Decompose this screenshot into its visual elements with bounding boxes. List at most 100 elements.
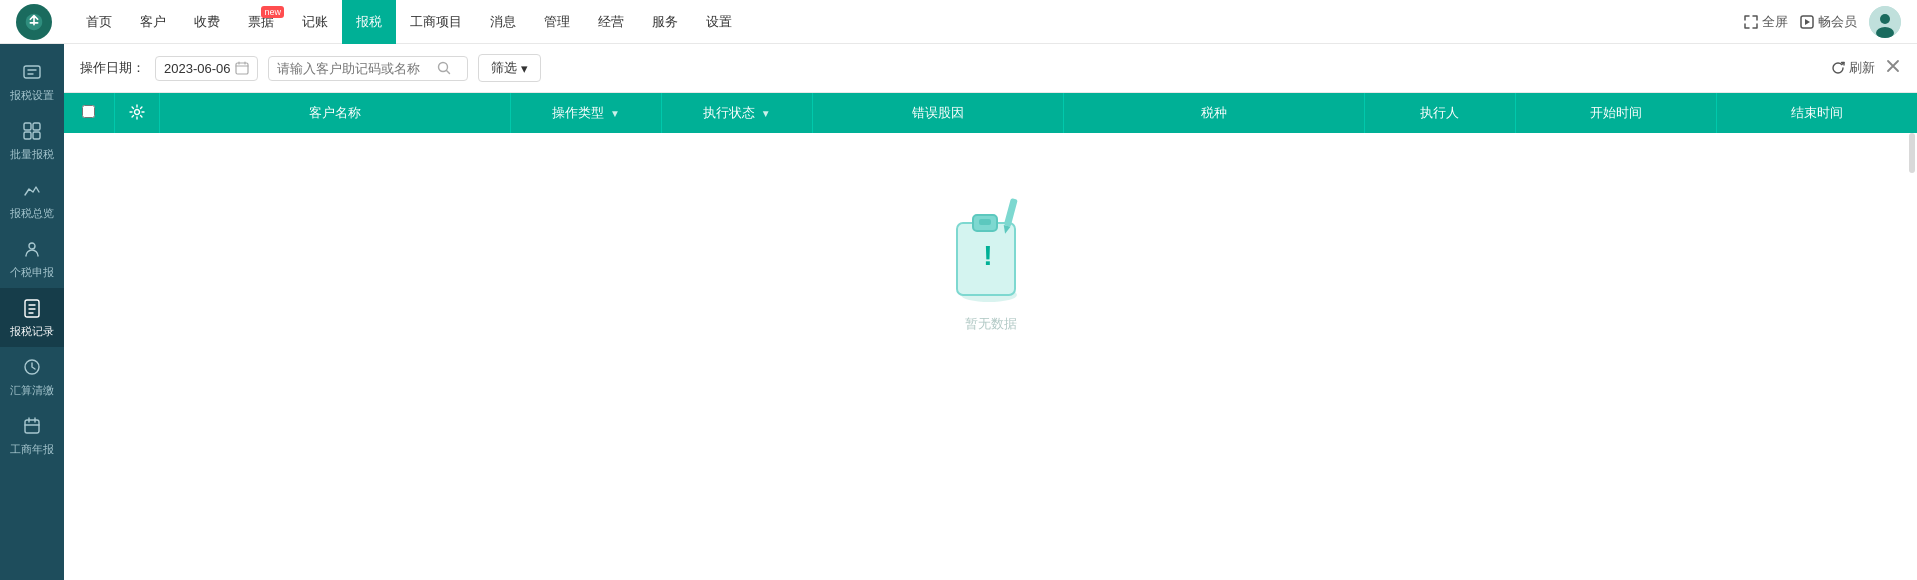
sidebar-item-settlement[interactable]: 汇算清缴: [0, 347, 64, 406]
svg-point-15: [134, 109, 139, 114]
data-table: 客户名称 操作类型 ▼ 执行状态 ▼ 错误股因 税种 执行人 开始时间 结束时间: [64, 93, 1917, 373]
scrollbar-right[interactable]: [1909, 133, 1915, 173]
th-executor: 执行人: [1365, 93, 1516, 133]
search-input[interactable]: [277, 61, 437, 76]
empty-illustration: !: [941, 193, 1041, 303]
summary-icon: [22, 180, 42, 202]
nav-item-message[interactable]: 消息: [476, 0, 530, 44]
annual-icon: [22, 416, 42, 438]
nav-item-settings[interactable]: 设置: [692, 0, 746, 44]
refresh-label: 刷新: [1849, 59, 1875, 77]
th-taxtype: 税种: [1063, 93, 1364, 133]
member-button[interactable]: 畅会员: [1800, 13, 1857, 31]
top-nav: 首页客户收费票据new记账报税工商项目消息管理经营服务设置 全屏 畅会员: [0, 0, 1917, 44]
refresh-icon: [1831, 61, 1845, 75]
nav-items: 首页客户收费票据new记账报税工商项目消息管理经营服务设置: [72, 0, 746, 44]
refresh-button[interactable]: 刷新: [1831, 59, 1875, 77]
table-header-row: 客户名称 操作类型 ▼ 执行状态 ▼ 错误股因 税种 执行人 开始时间 结束时间: [64, 93, 1917, 133]
sort-status-icon: ▼: [761, 108, 771, 119]
sort-optype-icon: ▼: [610, 108, 620, 119]
nav-item-invoice[interactable]: 票据new: [234, 0, 288, 44]
nav-right: 全屏 畅会员: [1744, 6, 1901, 38]
close-button[interactable]: [1885, 58, 1901, 79]
sidebar-item-batch-tax[interactable]: 批量报税: [0, 111, 64, 170]
app-logo[interactable]: [16, 4, 52, 40]
th-status[interactable]: 执行状态 ▼: [662, 93, 813, 133]
nav-item-customer[interactable]: 客户: [126, 0, 180, 44]
date-picker[interactable]: 2023-06-06: [155, 56, 258, 81]
filter-button[interactable]: 筛选 ▾: [478, 54, 541, 82]
chevron-down-icon: ▾: [521, 61, 528, 76]
sidebar-item-label-personal-tax: 个税申报: [10, 265, 54, 280]
gear-settings-icon: [22, 62, 42, 84]
calendar-icon: [235, 61, 249, 75]
empty-text: 暂无数据: [965, 315, 1017, 333]
sidebar-item-label-settlement: 汇算清缴: [10, 383, 54, 398]
sidebar-item-personal-tax[interactable]: 个税申报: [0, 229, 64, 288]
svg-rect-19: [979, 219, 991, 225]
select-all-checkbox[interactable]: [82, 105, 95, 118]
svg-point-2: [1880, 14, 1890, 24]
th-gear[interactable]: [114, 93, 159, 133]
th-errorreason: 错误股因: [812, 93, 1063, 133]
svg-text:!: !: [983, 240, 992, 271]
play-icon: [1800, 15, 1814, 29]
settlement-icon: [22, 357, 42, 379]
th-endtime: 结束时间: [1716, 93, 1917, 133]
toolbar: 操作日期： 2023-06-06 筛选 ▾: [64, 44, 1917, 93]
table-body: ! 暂无数据: [64, 133, 1917, 373]
svg-rect-13: [236, 63, 248, 74]
search-box[interactable]: [268, 56, 468, 81]
empty-state: ! 暂无数据: [64, 133, 1917, 373]
svg-rect-21: [1003, 198, 1017, 227]
svg-rect-4: [24, 66, 40, 78]
content-area: 操作日期： 2023-06-06 筛选 ▾: [64, 44, 1917, 580]
avatar-icon: [1869, 6, 1901, 38]
search-icon: [437, 61, 451, 75]
sidebar-item-label-tax-settings: 报税设置: [10, 88, 54, 103]
nav-item-account[interactable]: 记账: [288, 0, 342, 44]
nav-item-service[interactable]: 服务: [638, 0, 692, 44]
member-label: 畅会员: [1818, 13, 1857, 31]
svg-rect-12: [25, 420, 39, 433]
nav-item-tax[interactable]: 报税: [342, 0, 396, 44]
fullscreen-button[interactable]: 全屏: [1744, 13, 1788, 31]
sidebar-item-label-batch-tax: 批量报税: [10, 147, 54, 162]
date-value: 2023-06-06: [164, 61, 231, 76]
sidebar-item-annual-report[interactable]: 工商年报: [0, 406, 64, 465]
batch-icon: [22, 121, 42, 143]
sidebar-item-tax-record[interactable]: 报税记录: [0, 288, 64, 347]
th-starttime: 开始时间: [1515, 93, 1716, 133]
close-icon: [1885, 58, 1901, 74]
svg-rect-5: [24, 123, 31, 130]
nav-item-manage[interactable]: 管理: [530, 0, 584, 44]
nav-item-home[interactable]: 首页: [72, 0, 126, 44]
fullscreen-label: 全屏: [1762, 13, 1788, 31]
svg-rect-7: [24, 132, 31, 139]
svg-point-9: [29, 243, 35, 249]
column-settings-icon: [129, 104, 145, 120]
table-wrap[interactable]: 客户名称 操作类型 ▼ 执行状态 ▼ 错误股因 税种 执行人 开始时间 结束时间: [64, 93, 1917, 580]
sidebar-item-tax-summary[interactable]: 报税总览: [0, 170, 64, 229]
svg-rect-8: [33, 132, 40, 139]
sidebar-item-tax-settings[interactable]: 报税设置: [0, 52, 64, 111]
empty-svg-icon: !: [941, 193, 1041, 303]
th-optype[interactable]: 操作类型 ▼: [511, 93, 662, 133]
person-icon: [22, 239, 42, 261]
nav-item-billing[interactable]: 收费: [180, 0, 234, 44]
th-name: 客户名称: [159, 93, 511, 133]
sidebar: 报税设置批量报税报税总览个税申报报税记录汇算清缴工商年报: [0, 44, 64, 580]
sidebar-item-label-tax-record: 报税记录: [10, 324, 54, 339]
sidebar-item-label-annual-report: 工商年报: [10, 442, 54, 457]
user-avatar[interactable]: [1869, 6, 1901, 38]
date-label: 操作日期：: [80, 59, 145, 77]
th-checkbox[interactable]: [64, 93, 114, 133]
filter-label: 筛选: [491, 59, 517, 77]
empty-row: ! 暂无数据: [64, 133, 1917, 373]
main-layout: 报税设置批量报税报税总览个税申报报税记录汇算清缴工商年报 操作日期： 2023-…: [0, 44, 1917, 580]
nav-item-finance[interactable]: 经营: [584, 0, 638, 44]
fullscreen-icon: [1744, 15, 1758, 29]
record-icon: [22, 298, 42, 320]
nav-item-business[interactable]: 工商项目: [396, 0, 476, 44]
svg-rect-6: [33, 123, 40, 130]
